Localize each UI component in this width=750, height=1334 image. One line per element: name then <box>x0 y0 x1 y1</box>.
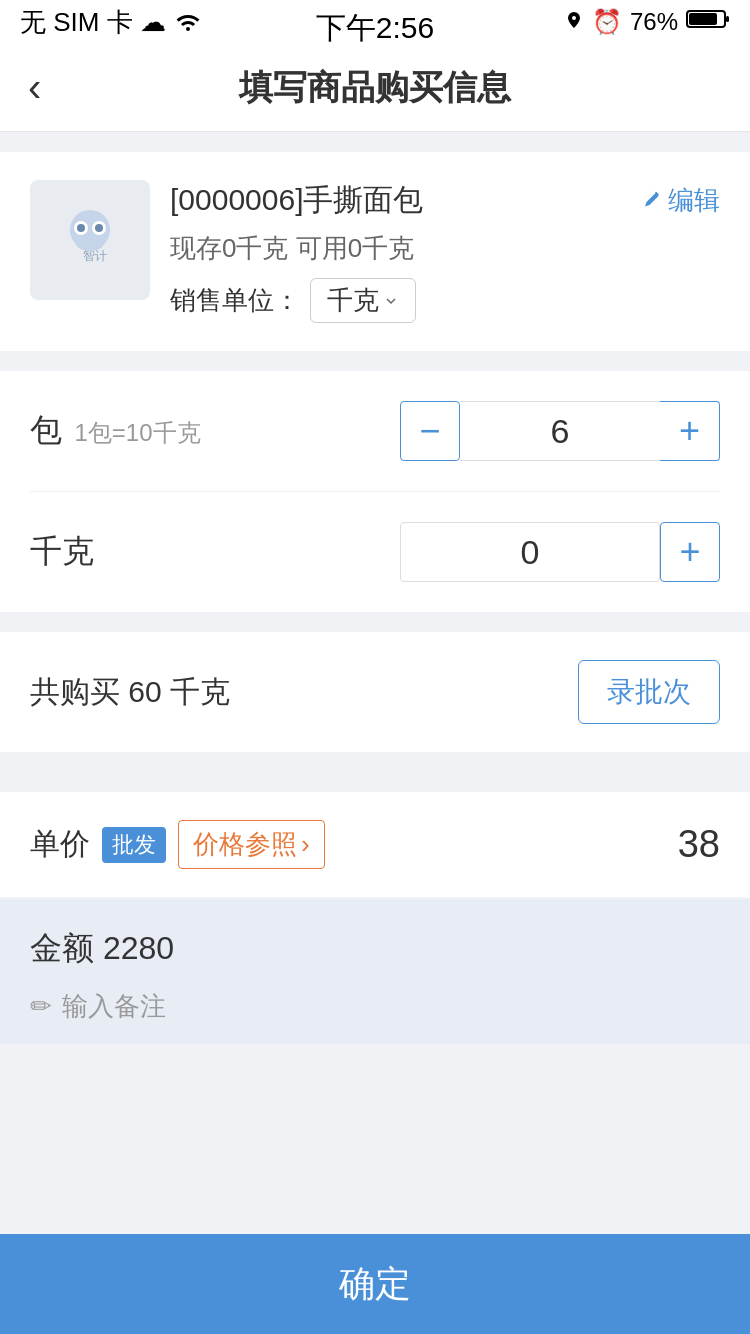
qty-sublabel-bao: 1包=10千克 <box>74 419 200 446</box>
purchase-total-text: 共购买 60 千克 <box>30 672 230 713</box>
product-thumbnail-icon: 智计 <box>55 205 125 276</box>
price-value: 38 <box>678 823 720 866</box>
qty-plus-kg[interactable]: + <box>660 522 720 582</box>
unit-value: 千克 <box>327 283 379 318</box>
amount-note-row[interactable]: ✏ 输入备注 <box>30 989 720 1024</box>
svg-rect-2 <box>726 16 729 22</box>
qty-label-kg: 千克 <box>30 530 94 574</box>
svg-text:智计: 智计 <box>83 249 107 263</box>
status-bar: 无 SIM 卡 ☁ 下午2:56 ⏰ 76% <box>0 0 750 44</box>
qty-label-text-bao: 包 <box>30 412 62 448</box>
price-tag: 批发 <box>102 827 166 863</box>
product-image: 智计 <box>30 180 150 300</box>
note-placeholder: 输入备注 <box>62 989 166 1024</box>
qty-controls-kg: + <box>400 522 720 582</box>
product-name: [0000006]手撕面包 <box>170 180 423 221</box>
unit-select[interactable]: 千克 <box>310 278 416 323</box>
page-title: 填写商品购买信息 <box>239 65 511 111</box>
price-section: 单价 批发 价格参照 › 38 <box>0 792 750 897</box>
battery-icon <box>686 8 730 36</box>
product-info: [0000006]手撕面包 编辑 现存0千克 可用0千克 销售单位： 千克 <box>170 180 720 323</box>
product-name-row: [0000006]手撕面包 编辑 <box>170 180 720 221</box>
product-card: 智计 [0000006]手撕面包 编辑 现存0千克 可用0千克 销售单位： 千克 <box>0 152 750 351</box>
battery-text: 76% <box>630 8 678 36</box>
qty-controls-bao: − + <box>400 401 720 461</box>
status-time: 下午2:56 <box>316 8 434 49</box>
svg-point-6 <box>77 224 85 232</box>
quantity-section: 包 1包=10千克 − + 千克 + <box>0 371 750 612</box>
edit-button[interactable]: 编辑 <box>642 183 720 218</box>
price-label: 单价 <box>30 824 90 865</box>
amount-value: 2280 <box>103 930 174 966</box>
edit-label: 编辑 <box>668 183 720 218</box>
status-left: 无 SIM 卡 ☁ <box>20 5 202 40</box>
qty-minus-bao[interactable]: − <box>400 401 460 461</box>
location-icon <box>564 8 584 36</box>
amount-row: 金额 2280 <box>30 927 720 971</box>
pencil-icon: ✏ <box>30 991 52 1022</box>
status-right: ⏰ 76% <box>564 8 730 36</box>
qty-row-bao: 包 1包=10千克 − + <box>30 371 720 492</box>
amount-label: 金额 <box>30 930 94 966</box>
clock-icon: ⏰ <box>592 8 622 36</box>
confirm-button[interactable]: 确定 <box>0 1234 750 1334</box>
qty-input-kg[interactable] <box>400 522 660 582</box>
price-ref-label: 价格参照 <box>193 827 297 862</box>
nav-bar: ‹ 填写商品购买信息 <box>0 44 750 132</box>
unit-label: 销售单位： <box>170 283 300 318</box>
qty-label-text-kg: 千克 <box>30 533 94 569</box>
divider-2 <box>0 752 750 772</box>
price-ref-button[interactable]: 价格参照 › <box>178 820 325 869</box>
product-stock: 现存0千克 可用0千克 <box>170 231 720 266</box>
price-left: 单价 批发 价格参照 › <box>30 820 325 869</box>
back-button[interactable]: ‹ <box>28 65 41 110</box>
product-unit-row: 销售单位： 千克 <box>170 278 720 323</box>
amount-section: 金额 2280 ✏ 输入备注 <box>0 899 750 1044</box>
qty-row-kg: 千克 + <box>30 492 720 612</box>
svg-point-7 <box>95 224 103 232</box>
svg-rect-1 <box>689 13 717 25</box>
sim-label: 无 SIM 卡 ☁ <box>20 5 166 40</box>
price-ref-chevron: › <box>301 829 310 860</box>
qty-input-bao[interactable] <box>460 401 660 461</box>
divider-1 <box>0 351 750 371</box>
batch-button[interactable]: 录批次 <box>578 660 720 724</box>
qty-plus-bao[interactable]: + <box>660 401 720 461</box>
qty-label-bao: 包 1包=10千克 <box>30 409 201 453</box>
purchase-row: 共购买 60 千克 录批次 <box>0 632 750 752</box>
wifi-icon <box>174 7 202 38</box>
